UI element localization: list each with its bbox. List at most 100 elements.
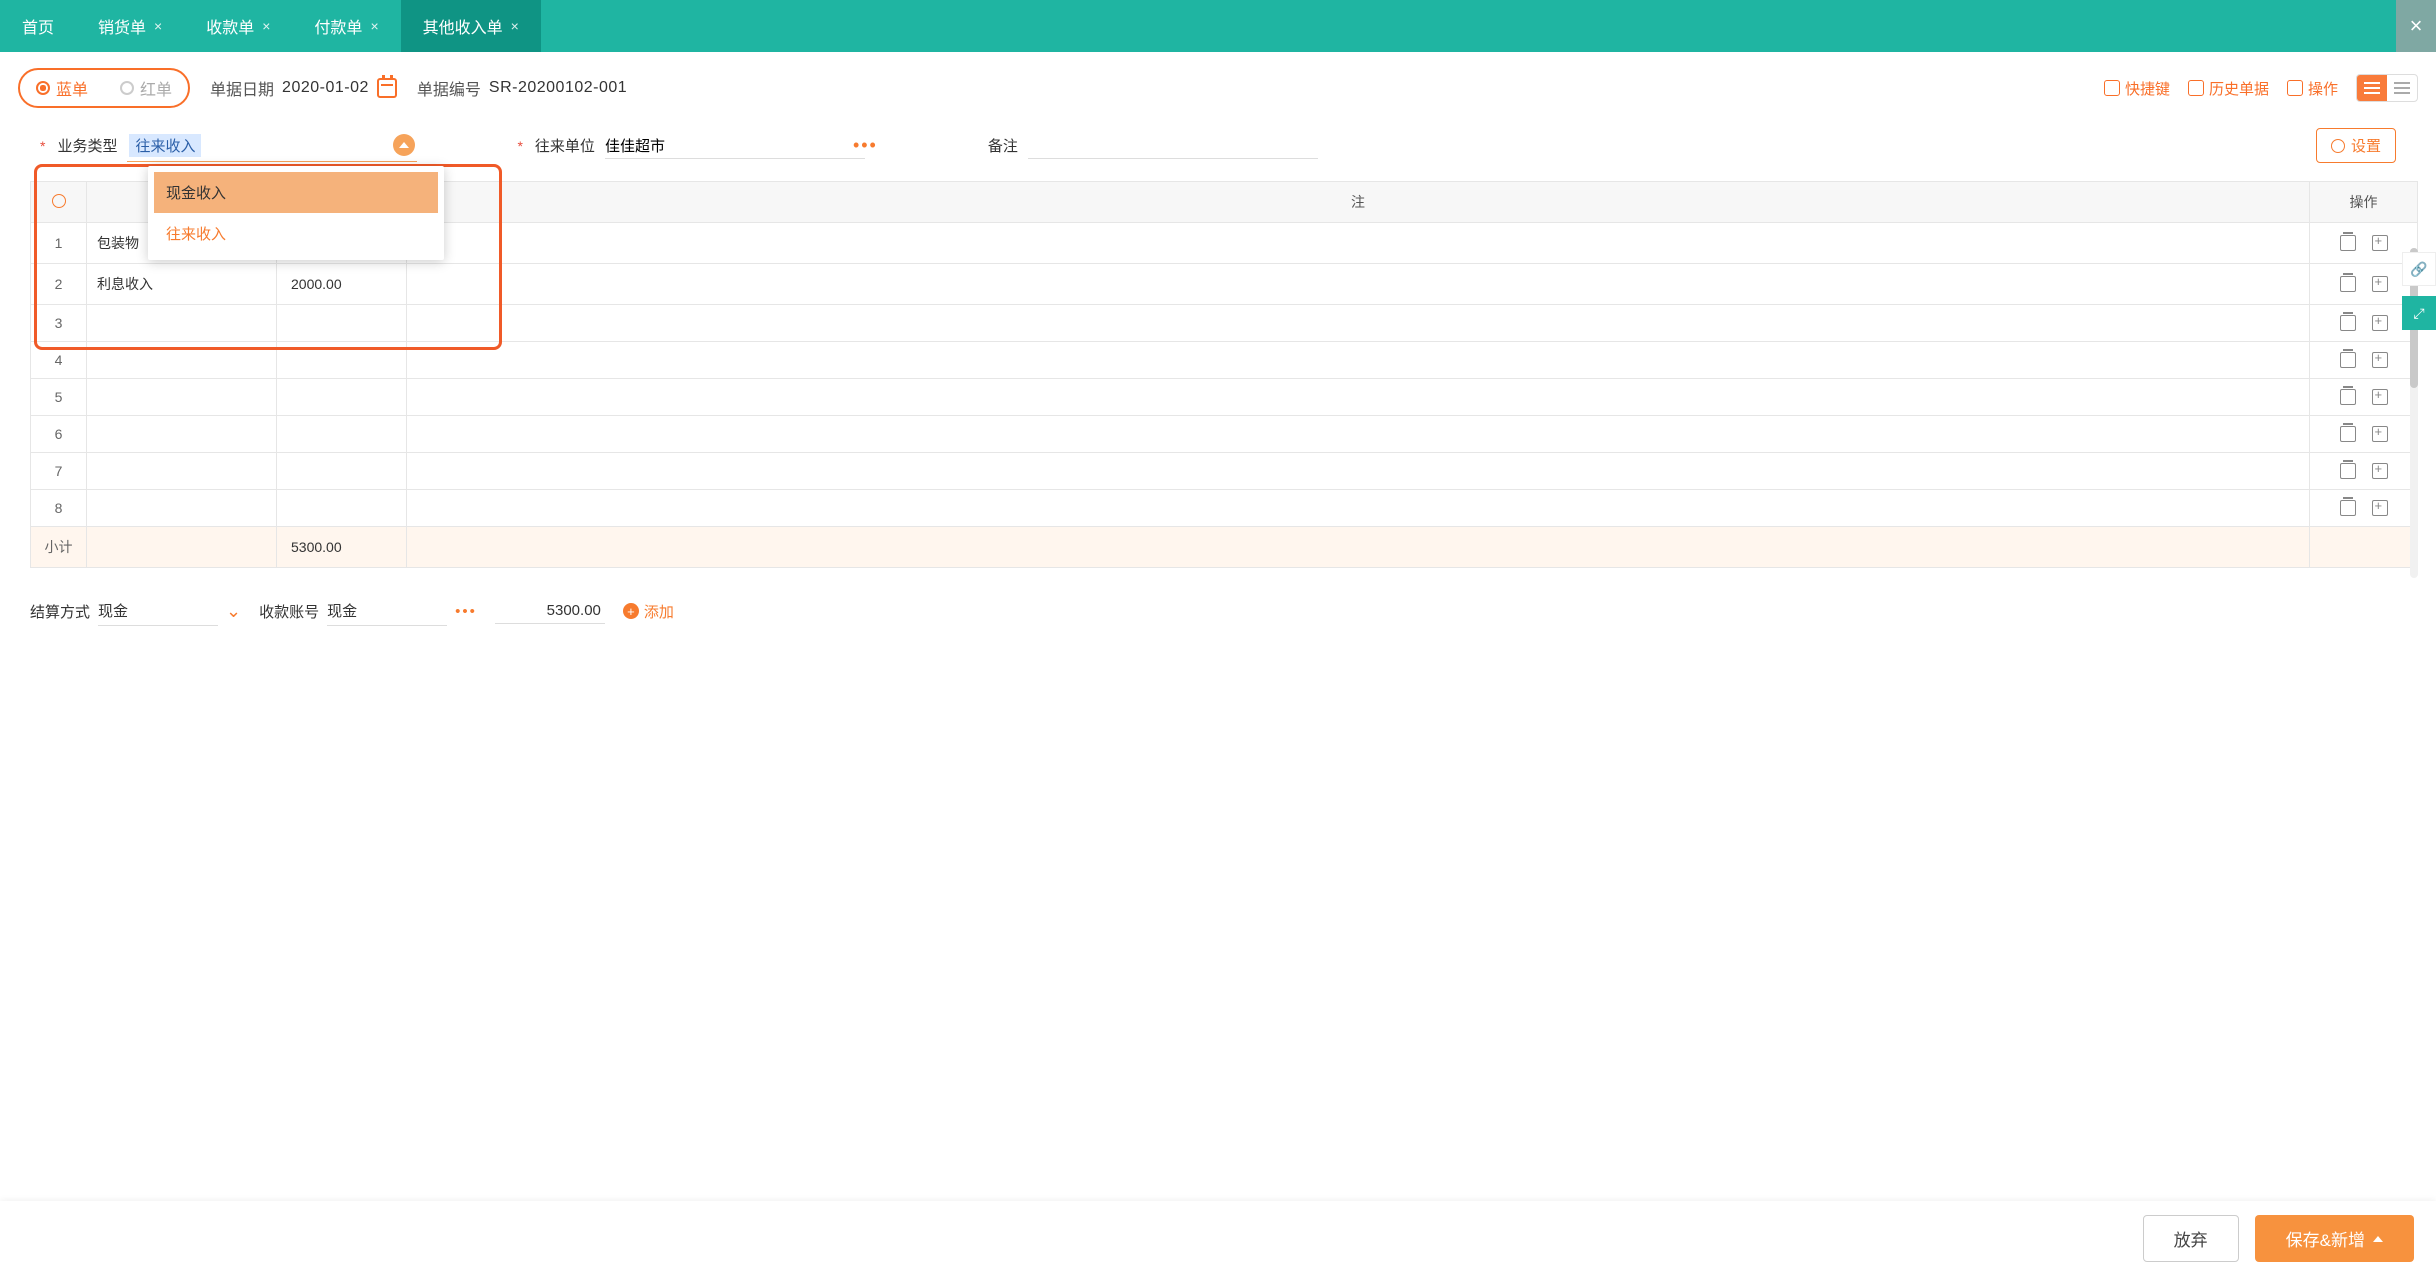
row-amount[interactable] <box>277 490 407 527</box>
row-no: 8 <box>31 490 87 527</box>
gear-icon <box>52 194 66 208</box>
settings-button[interactable]: 设置 <box>2316 128 2396 163</box>
red-doc-radio[interactable]: 红单 <box>104 70 188 106</box>
close-panel-button[interactable]: × <box>2396 0 2436 52</box>
row-remark[interactable] <box>407 453 2310 490</box>
table-row[interactable]: 7 <box>31 453 2418 490</box>
row-remark[interactable] <box>407 264 2310 305</box>
close-icon[interactable]: × <box>511 18 519 34</box>
remark-input[interactable] <box>1028 133 1318 159</box>
table-row[interactable]: 3 <box>31 305 2418 342</box>
calendar-icon[interactable] <box>377 78 397 98</box>
table-row[interactable]: 4 <box>31 342 2418 379</box>
delete-icon[interactable] <box>2340 352 2356 368</box>
row-remark[interactable] <box>407 379 2310 416</box>
copy-icon[interactable] <box>2372 352 2388 368</box>
ops-link[interactable]: 操作 <box>2287 78 2338 99</box>
row-amount[interactable] <box>277 379 407 416</box>
table-row[interactable]: 6 <box>31 416 2418 453</box>
method-value[interactable]: 现金 <box>98 596 218 626</box>
discard-button[interactable]: 放弃 <box>2143 1215 2239 1262</box>
row-amount[interactable] <box>277 416 407 453</box>
subtotal-amount: 5300.00 <box>277 527 407 568</box>
table-gear-header[interactable] <box>31 182 87 223</box>
account-value[interactable]: 现金 <box>327 596 447 626</box>
copy-icon[interactable] <box>2372 500 2388 516</box>
row-remark[interactable] <box>407 416 2310 453</box>
row-remark[interactable] <box>407 342 2310 379</box>
blue-doc-radio[interactable]: 蓝单 <box>20 70 104 106</box>
add-payment-button[interactable]: +添加 <box>623 601 674 622</box>
biztype-option-receivable[interactable]: 往来收入 <box>154 213 438 254</box>
row-name[interactable] <box>87 379 277 416</box>
row-amount[interactable] <box>277 305 407 342</box>
delete-icon[interactable] <box>2340 500 2356 516</box>
close-icon[interactable]: × <box>370 18 378 34</box>
copy-icon[interactable] <box>2372 235 2388 251</box>
delete-icon[interactable] <box>2340 426 2356 442</box>
tab-payment[interactable]: 付款单× <box>292 0 400 52</box>
shortcut-link[interactable]: 快捷键 <box>2104 78 2170 99</box>
copy-icon[interactable] <box>2372 426 2388 442</box>
row-name[interactable] <box>87 342 277 379</box>
table-row[interactable]: 8 <box>31 490 2418 527</box>
copy-icon[interactable] <box>2372 315 2388 331</box>
row-ops <box>2310 490 2418 527</box>
row-remark[interactable] <box>407 305 2310 342</box>
compact-icon <box>2394 82 2410 94</box>
biztype-dropdown[interactable]: 往来收入 <box>127 130 417 162</box>
attachment-button[interactable]: 🔗 <box>2402 252 2436 286</box>
row-name[interactable] <box>87 305 277 342</box>
copy-icon[interactable] <box>2372 463 2388 479</box>
tab-receipt[interactable]: 收款单× <box>184 0 292 52</box>
row-name[interactable]: 利息收入 <box>87 264 277 305</box>
delete-icon[interactable] <box>2340 235 2356 251</box>
tab-sales[interactable]: 销货单× <box>76 0 184 52</box>
row-no: 6 <box>31 416 87 453</box>
form-row: * 业务类型 往来收入 现金收入 往来收入 * 往来单位 ••• 备注 设置 <box>0 118 2436 181</box>
docno-value: SR-20200102-001 <box>489 79 627 97</box>
radio-icon <box>36 81 50 95</box>
party-input[interactable] <box>605 133 865 159</box>
row-no: 5 <box>31 379 87 416</box>
remark-label: 备注 <box>988 135 1018 156</box>
row-remark[interactable] <box>407 490 2310 527</box>
copy-icon[interactable] <box>2372 276 2388 292</box>
row-no: 2 <box>31 264 87 305</box>
party-lookup-button[interactable]: ••• <box>853 135 878 156</box>
row-amount[interactable] <box>277 342 407 379</box>
biztype-option-cash[interactable]: 现金收入 <box>154 172 438 213</box>
delete-icon[interactable] <box>2340 276 2356 292</box>
table-row[interactable]: 5 <box>31 379 2418 416</box>
delete-icon[interactable] <box>2340 463 2356 479</box>
history-link[interactable]: 历史单据 <box>2188 78 2269 99</box>
tab-other-income[interactable]: 其他收入单× <box>401 0 541 52</box>
view-list-button[interactable] <box>2357 75 2387 101</box>
chevron-up-icon <box>393 134 415 156</box>
payment-amount[interactable]: 5300.00 <box>495 598 605 624</box>
expand-button[interactable]: ⤢ <box>2402 296 2436 330</box>
close-icon[interactable]: × <box>262 18 270 34</box>
caret-up-icon <box>2373 1236 2383 1242</box>
tab-home[interactable]: 首页 <box>0 0 76 52</box>
row-no: 3 <box>31 305 87 342</box>
delete-icon[interactable] <box>2340 315 2356 331</box>
chevron-down-icon[interactable]: ⌄ <box>226 601 241 622</box>
view-toggle <box>2356 74 2418 102</box>
keyboard-icon <box>2104 80 2120 96</box>
biztype-value: 往来收入 <box>129 134 201 157</box>
row-amount[interactable]: 2000.00 <box>277 264 407 305</box>
row-remark[interactable] <box>407 223 2310 264</box>
row-amount[interactable] <box>277 453 407 490</box>
copy-icon[interactable] <box>2372 389 2388 405</box>
delete-icon[interactable] <box>2340 389 2356 405</box>
row-name[interactable] <box>87 453 277 490</box>
save-and-new-button[interactable]: 保存&新增 <box>2255 1215 2414 1262</box>
row-name[interactable] <box>87 416 277 453</box>
date-value[interactable]: 2020-01-02 <box>282 79 369 97</box>
row-name[interactable] <box>87 490 277 527</box>
close-icon[interactable]: × <box>154 18 162 34</box>
account-lookup-button[interactable]: ••• <box>455 603 477 620</box>
table-row[interactable]: 2利息收入2000.00 <box>31 264 2418 305</box>
view-compact-button[interactable] <box>2387 75 2417 101</box>
